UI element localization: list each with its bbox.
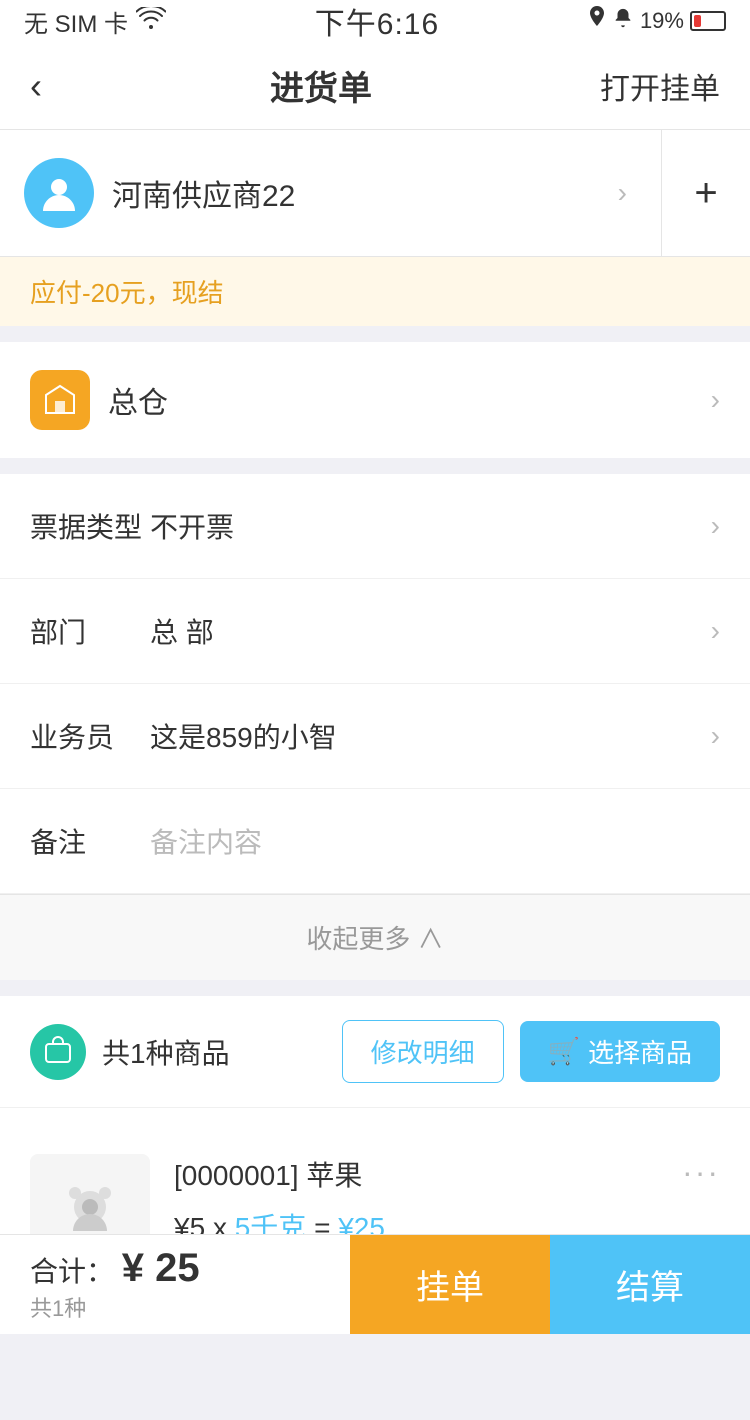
salesperson-row[interactable]: 业务员 这是859的小智 › [0, 684, 750, 789]
invoice-type-label: 票据类型 [30, 506, 150, 546]
open-pending-button[interactable]: 打开挂单 [600, 64, 720, 108]
chevron-right-icon: › [711, 615, 720, 647]
notice-bar: 应付-20元，现结 [0, 257, 750, 326]
products-icon [30, 1024, 86, 1080]
edit-detail-button[interactable]: 修改明细 [342, 1020, 504, 1083]
total-row: 合计： ¥ 25 [30, 1246, 320, 1291]
wifi-icon [136, 7, 166, 36]
department-value: 总 部 [150, 611, 711, 651]
footer-total: 合计： ¥ 25 共1种 [0, 1235, 350, 1334]
location-icon [588, 6, 606, 36]
status-left: 无 SIM 卡 [24, 4, 166, 39]
products-count: 共1种商品 [102, 1032, 326, 1072]
supplier-name: 河南供应商22 [112, 171, 600, 215]
remark-label: 备注 [30, 821, 150, 861]
department-row[interactable]: 部门 总 部 › [0, 579, 750, 684]
product-more-button[interactable]: ··· [682, 1154, 720, 1191]
remark-row[interactable]: 备注 备注内容 [0, 789, 750, 894]
chevron-right-icon: › [711, 720, 720, 752]
department-label: 部门 [30, 611, 150, 651]
suspend-button[interactable]: 挂单 [350, 1235, 550, 1334]
chevron-right-icon: › [711, 510, 720, 542]
supplier-avatar [24, 158, 94, 228]
cart-icon: 🛒 [548, 1036, 580, 1067]
supplier-selector[interactable]: 河南供应商22 › [0, 130, 661, 256]
invoice-type-value: 不开票 [150, 506, 711, 546]
cart-icon [42, 1036, 74, 1068]
back-button[interactable]: ‹ [30, 65, 42, 107]
status-right: 19% [588, 6, 726, 36]
add-supplier-button[interactable]: + [662, 130, 750, 256]
user-icon [39, 173, 79, 213]
select-product-button[interactable]: 🛒 选择商品 [520, 1021, 720, 1082]
warehouse-icon-bg [30, 370, 90, 430]
salesperson-label: 业务员 [30, 716, 150, 756]
warehouse-name: 总仓 [108, 378, 693, 422]
warehouse-icon [43, 383, 77, 417]
products-header: 共1种商品 修改明细 🛒 选择商品 [0, 996, 750, 1108]
remark-placeholder: 备注内容 [150, 821, 720, 861]
nav-bar: ‹ 进货单 打开挂单 [0, 42, 750, 130]
footer: 合计： ¥ 25 共1种 挂单 结算 [0, 1234, 750, 1334]
salesperson-value: 这是859的小智 [150, 716, 711, 756]
status-time: 下午6:16 [315, 0, 439, 43]
product-info: [0000001] 苹果 ¥5 x 5千克 = ¥25 [174, 1154, 658, 1246]
item-count: 共1种 [30, 1291, 320, 1323]
warehouse-selector[interactable]: 总仓 › [0, 342, 750, 458]
alarm-icon [612, 7, 634, 35]
total-label: 合计： [30, 1256, 114, 1287]
chevron-right-icon: › [711, 384, 720, 416]
supplier-section: 河南供应商22 › + [0, 130, 750, 257]
chevron-right-icon: › [618, 177, 627, 209]
page-title: 进货单 [270, 61, 372, 110]
checkout-button[interactable]: 结算 [550, 1235, 750, 1334]
invoice-type-row[interactable]: 票据类型 不开票 › [0, 474, 750, 579]
carrier-text: 无 SIM 卡 [24, 4, 128, 39]
battery-icon [690, 11, 726, 31]
battery-text: 19% [640, 8, 684, 34]
status-bar: 无 SIM 卡 下午6:16 19% [0, 0, 750, 42]
collapse-button[interactable]: 收起更多 ∧ [0, 894, 750, 980]
product-name: [0000001] 苹果 [174, 1154, 658, 1194]
form-section: 票据类型 不开票 › 部门 总 部 › 业务员 这是859的小智 › 备注 备注… [0, 474, 750, 980]
total-amount: ¥ 25 [122, 1246, 200, 1290]
